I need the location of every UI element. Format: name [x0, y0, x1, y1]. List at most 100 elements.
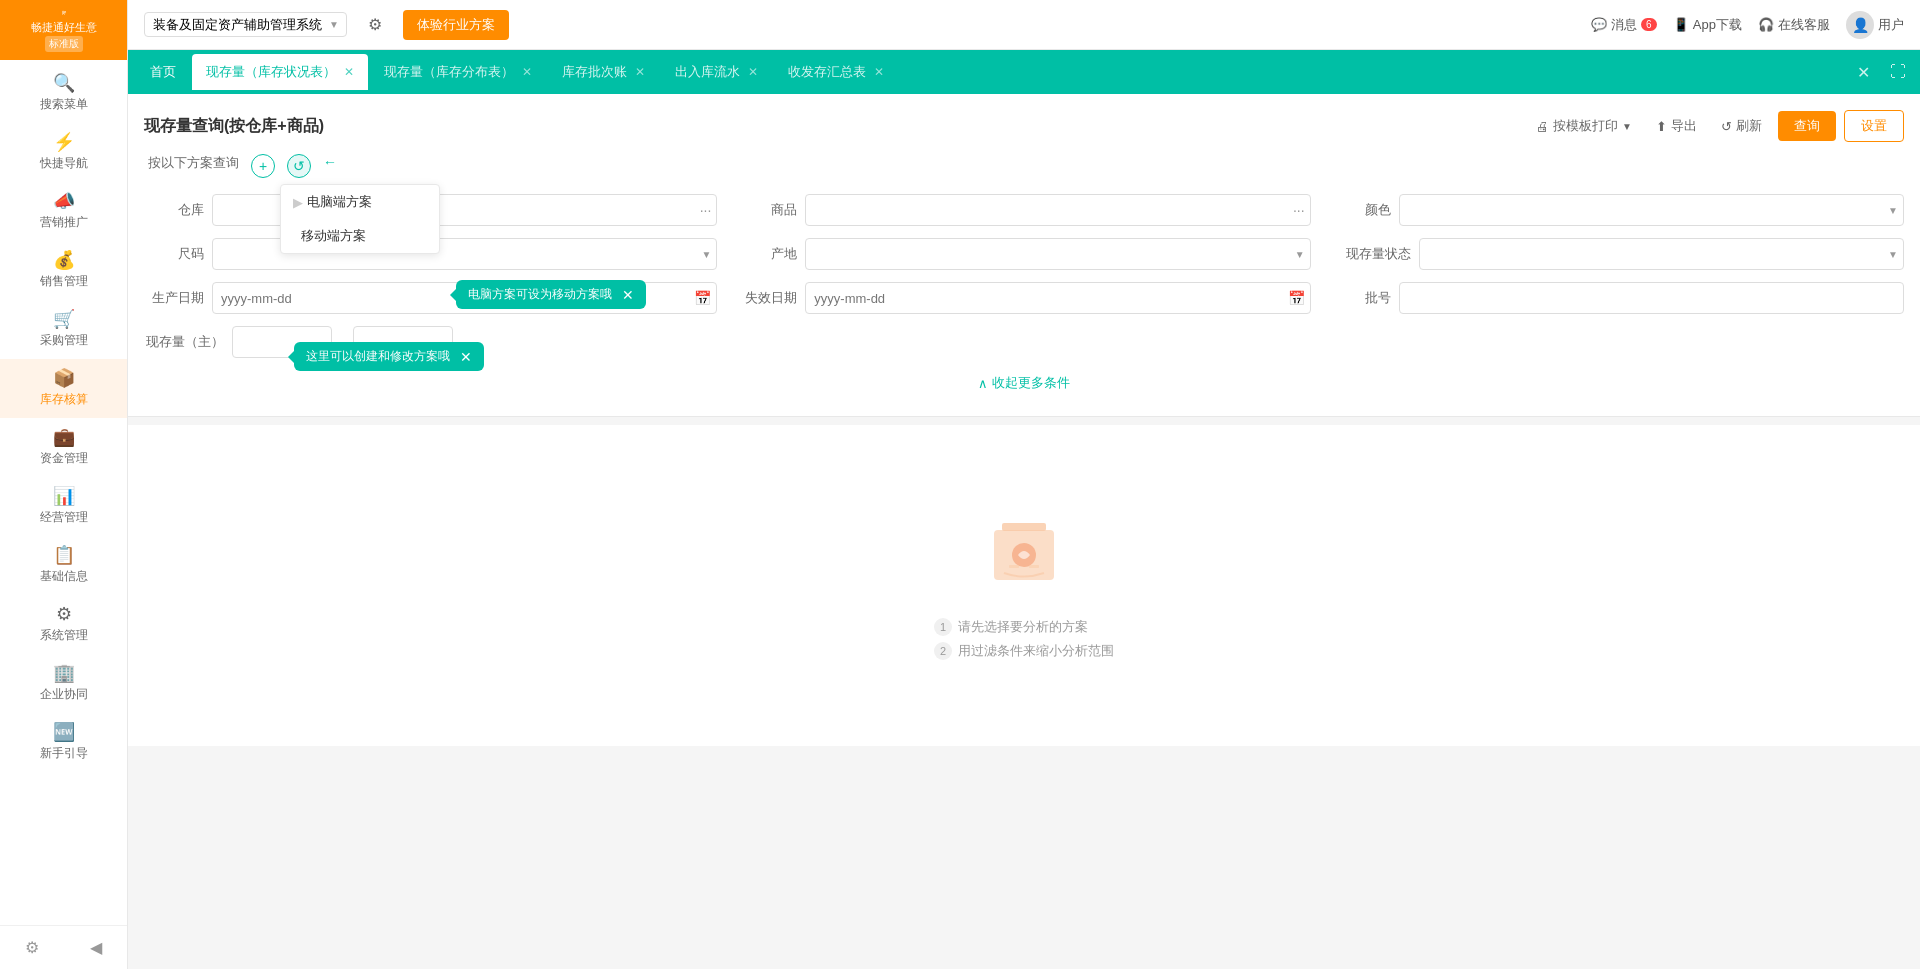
sidebar-bottom: ⚙ ◀	[0, 925, 127, 969]
sidebar-item-sales-label: 销售管理	[40, 273, 88, 290]
sidebar-item-basicinfo[interactable]: 📋 基础信息	[0, 536, 127, 595]
tab-inventory-status-close[interactable]: ✕	[344, 65, 354, 79]
stock-status-label: 现存量状态	[1331, 245, 1411, 263]
color-select[interactable]	[1399, 194, 1904, 226]
print-icon: 🖨	[1536, 119, 1549, 134]
stock-main-label: 现存量（主）	[144, 333, 224, 351]
tab-home-label: 首页	[150, 63, 176, 81]
online-support-item[interactable]: 🎧 在线客服	[1758, 16, 1830, 34]
scheme-item-mobile[interactable]: 移动端方案	[281, 219, 439, 253]
tab-in-out-flow[interactable]: 出入库流水 ✕	[661, 54, 772, 90]
svg-rect-3	[1002, 523, 1046, 531]
exp-date-wrap	[805, 282, 1310, 314]
sidebar-item-purchase[interactable]: 🛒 采购管理	[0, 300, 127, 359]
empty-state: 1 请先选择要分析的方案 2 用过滤条件来缩小分析范围	[128, 425, 1920, 746]
tab-recv-send-summary-close[interactable]: ✕	[874, 65, 884, 79]
print-button[interactable]: 🖨 按模板打印 ▼	[1528, 113, 1640, 139]
system-select[interactable]: 装备及固定资产辅助管理系统	[144, 12, 347, 37]
sales-icon: 💰	[53, 251, 75, 269]
sidebar-item-system[interactable]: ⚙ 系统管理	[0, 595, 127, 654]
sidebar-item-enterprise[interactable]: 🏢 企业协同	[0, 654, 127, 713]
marketing-icon: 📣	[53, 192, 75, 210]
enterprise-icon: 🏢	[53, 664, 75, 682]
sidebar-item-quicknav[interactable]: ⚡ 快捷导航	[0, 123, 127, 182]
empty-tip-1: 1 请先选择要分析的方案	[934, 618, 1114, 636]
origin-select[interactable]	[805, 238, 1310, 270]
add-icon: +	[259, 158, 267, 174]
color-label: 颜色	[1331, 201, 1391, 219]
origin-label: 产地	[737, 245, 797, 263]
page-title-row: 现存量查询(按仓库+商品) 🖨 按模板打印 ▼ ⬆ 导出 ↺ 刷新	[144, 110, 1904, 142]
exp-date-label: 失效日期	[737, 289, 797, 307]
tooltip-pc-close[interactable]: ✕	[622, 287, 634, 303]
add-scheme-btn[interactable]: +	[251, 154, 275, 178]
scheme-pc-label: 电脑端方案	[307, 193, 372, 211]
tab-inventory-dist-close[interactable]: ✕	[522, 65, 532, 79]
collapse-button[interactable]: ∧ 收起更多条件	[978, 374, 1070, 392]
page-content: 现存量查询(按仓库+商品) 🖨 按模板打印 ▼ ⬆ 导出 ↺ 刷新	[128, 94, 1920, 969]
export-button[interactable]: ⬆ 导出	[1648, 113, 1705, 139]
tip-num-2: 2	[934, 642, 952, 660]
filter-panel: 现存量查询(按仓库+商品) 🖨 按模板打印 ▼ ⬆ 导出 ↺ 刷新	[128, 94, 1920, 417]
sidebar-item-quicknav-label: 快捷导航	[40, 155, 88, 172]
sidebar-item-finance[interactable]: 💼 资金管理	[0, 418, 127, 477]
system-select-wrap: 装备及固定资产辅助管理系统	[144, 12, 347, 37]
sidebar-item-finance-label: 资金管理	[40, 450, 88, 467]
collapse-label: 收起更多条件	[992, 374, 1070, 392]
tooltip-edit-close[interactable]: ✕	[460, 349, 472, 365]
message-item[interactable]: 💬 消息 6	[1591, 16, 1657, 34]
filter-field-origin: 产地	[737, 238, 1310, 270]
refresh-scheme-btn[interactable]: ↺	[287, 154, 311, 178]
tab-inventory-dist-label: 现存量（库存分布表）	[384, 63, 514, 81]
sidebar-item-system-label: 系统管理	[40, 627, 88, 644]
online-support-label: 在线客服	[1778, 16, 1830, 34]
tab-inventory-status-label: 现存量（库存状况表）	[206, 63, 336, 81]
sidebar-item-operations[interactable]: 📊 经营管理	[0, 477, 127, 536]
sidebar-item-guide[interactable]: 🆕 新手引导	[0, 713, 127, 772]
tab-home[interactable]: 首页	[136, 54, 190, 90]
gear-button[interactable]: ⚙	[359, 9, 391, 41]
sidebar-item-inventory[interactable]: 📦 库存核算	[0, 359, 127, 418]
scheme-item-pc[interactable]: ▶ 电脑端方案	[281, 185, 439, 219]
sidebar-item-operations-label: 经营管理	[40, 509, 88, 526]
sidebar-item-search[interactable]: 🔍 搜索菜单	[0, 64, 127, 123]
settings-bottom-icon[interactable]: ⚙	[21, 934, 43, 961]
batch-input[interactable]	[1399, 282, 1904, 314]
print-label: 按模板打印	[1553, 117, 1618, 135]
industry-btn[interactable]: 体验行业方案	[403, 10, 509, 40]
query-button[interactable]: 查询	[1778, 111, 1836, 141]
back-scheme-btn[interactable]: ←	[323, 154, 337, 170]
mfg-date-label: 生产日期	[144, 289, 204, 307]
app-download-item[interactable]: 📱 App下载	[1673, 16, 1742, 34]
refresh-button[interactable]: ↺ 刷新	[1713, 113, 1770, 139]
tab-recv-send-summary[interactable]: 收发存汇总表 ✕	[774, 54, 898, 90]
empty-tips: 1 请先选择要分析的方案 2 用过滤条件来缩小分析范围	[934, 618, 1114, 666]
tab-batch-account[interactable]: 库存批次账 ✕	[548, 54, 659, 90]
filter-field-goods: 商品	[737, 194, 1310, 226]
goods-input[interactable]	[805, 194, 1310, 226]
close-window-icon[interactable]: ✕	[1851, 61, 1876, 84]
sidebar-item-search-label: 搜索菜单	[40, 96, 88, 113]
exp-date-input[interactable]	[805, 282, 1310, 314]
logo-sub-text: 标准版	[45, 36, 83, 52]
sidebar-item-guide-label: 新手引导	[40, 745, 88, 762]
collapse-sidebar-icon[interactable]: ◀	[86, 934, 106, 961]
top-header: 装备及固定资产辅助管理系统 ⚙ 体验行业方案 💬 消息 6 📱 App下载 🎧 …	[128, 0, 1920, 50]
tab-inventory-status[interactable]: 现存量（库存状况表） ✕	[192, 54, 368, 90]
refresh-scheme-icon: ↺	[293, 158, 305, 174]
maximize-window-icon[interactable]: ⛶	[1884, 61, 1912, 83]
tab-in-out-flow-close[interactable]: ✕	[748, 65, 758, 79]
settings-button[interactable]: 设置	[1844, 110, 1904, 142]
inventory-icon: 📦	[53, 369, 75, 387]
title-actions: 🖨 按模板打印 ▼ ⬆ 导出 ↺ 刷新 查询 设置	[1528, 110, 1904, 142]
filter-field-exp-date: 失效日期	[737, 282, 1310, 314]
chevron-right-icon: ▶	[293, 195, 303, 210]
user-item[interactable]: 👤 用户	[1846, 11, 1904, 39]
tab-inventory-dist[interactable]: 现存量（库存分布表） ✕	[370, 54, 546, 90]
goods-label: 商品	[737, 201, 797, 219]
sidebar-item-basicinfo-label: 基础信息	[40, 568, 88, 585]
sidebar-item-sales[interactable]: 💰 销售管理	[0, 241, 127, 300]
sidebar-item-marketing[interactable]: 📣 营销推广	[0, 182, 127, 241]
tab-batch-account-close[interactable]: ✕	[635, 65, 645, 79]
stock-status-select[interactable]	[1419, 238, 1904, 270]
